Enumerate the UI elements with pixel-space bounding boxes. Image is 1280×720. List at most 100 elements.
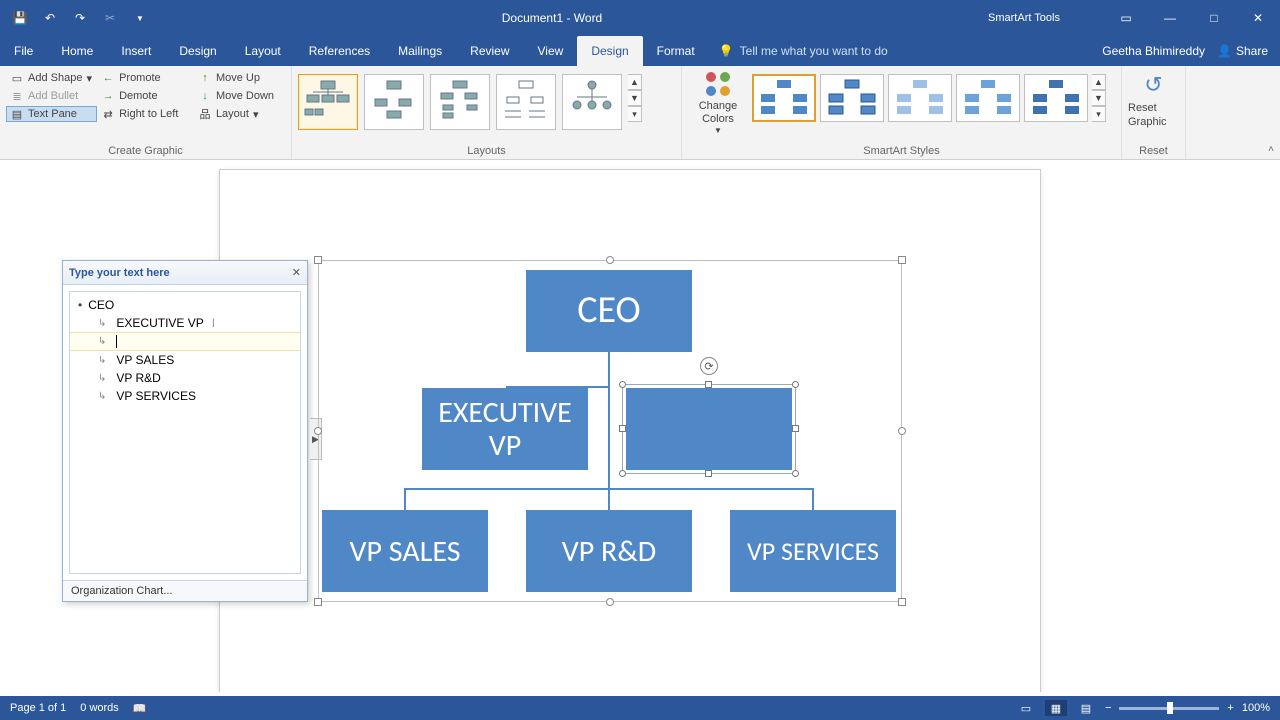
layout-thumb-4[interactable]: [496, 74, 556, 130]
undo-icon[interactable]: ↶: [36, 4, 64, 32]
layout-icon: 品: [198, 107, 212, 121]
style-thumb-3[interactable]: [888, 74, 952, 122]
cut-icon[interactable]: ✂: [96, 4, 124, 32]
node-vp-services[interactable]: VP SERVICES: [730, 510, 896, 592]
text-pane-item[interactable]: VP R&D: [70, 369, 300, 387]
text-pane-item[interactable]: CEO: [70, 296, 300, 314]
proofing-icon[interactable]: 📖: [133, 702, 147, 715]
close-icon[interactable]: ✕: [292, 266, 301, 279]
smartart-container[interactable]: CEO EXECUTIVE VP VP SALES VP R&D VP SERV…: [318, 260, 902, 602]
layout-thumb-5[interactable]: [562, 74, 622, 130]
group-label-create-graphic: Create Graphic: [6, 145, 285, 159]
word-count[interactable]: 0 words: [80, 702, 119, 714]
style-thumb-5[interactable]: [1024, 74, 1088, 122]
redo-icon[interactable]: ↷: [66, 4, 94, 32]
share-button[interactable]: 👤 Share: [1217, 44, 1268, 58]
user-name[interactable]: Geetha Bhimireddy: [1102, 44, 1205, 58]
smartart-text-pane[interactable]: Type your text here✕ CEO EXECUTIVE VPI V…: [62, 260, 308, 602]
tab-smartart-format[interactable]: Format: [643, 36, 709, 66]
layout-button[interactable]: 品Layout ▾: [194, 106, 285, 122]
layouts-scroll[interactable]: ▲▼▾: [628, 74, 642, 130]
tab-home[interactable]: Home: [47, 36, 107, 66]
add-shape-button[interactable]: ▭Add Shape ▾: [6, 70, 97, 86]
move-down-button[interactable]: ↓Move Down: [194, 88, 285, 104]
text-pane-footer[interactable]: Organization Chart...: [63, 580, 307, 601]
close-icon[interactable]: ✕: [1236, 4, 1280, 32]
minimize-icon[interactable]: ―: [1148, 4, 1192, 32]
layout-thumb-2[interactable]: [364, 74, 424, 130]
demote-button[interactable]: →Demote: [97, 88, 194, 104]
tab-file[interactable]: File: [0, 36, 47, 66]
node-exec-vp[interactable]: EXECUTIVE VP: [422, 388, 588, 470]
print-layout-icon[interactable]: ▦: [1045, 700, 1067, 716]
tab-view[interactable]: View: [524, 36, 578, 66]
scroll-down-icon[interactable]: ▼: [628, 90, 642, 106]
tab-smartart-design[interactable]: Design: [577, 36, 642, 66]
styles-scroll[interactable]: ▲▼▾: [1092, 74, 1106, 122]
expand-gallery-icon[interactable]: ▾: [628, 106, 642, 122]
promote-button[interactable]: ←Promote: [97, 70, 194, 86]
group-label-reset: Reset: [1128, 145, 1179, 159]
layout-thumb-1[interactable]: [298, 74, 358, 130]
group-create-graphic: ▭Add Shape ▾ ≣Add Bullet ▤Text Pane ←Pro…: [0, 66, 292, 159]
scroll-up-icon[interactable]: ▲: [628, 74, 642, 90]
tab-review[interactable]: Review: [456, 36, 523, 66]
node-ceo[interactable]: CEO: [526, 270, 692, 352]
web-layout-icon[interactable]: ▤: [1075, 700, 1097, 716]
layout-thumb-3[interactable]: [430, 74, 490, 130]
group-label-styles: SmartArt Styles: [688, 145, 1115, 159]
move-up-icon: ↑: [198, 71, 212, 85]
text-pane-list[interactable]: CEO EXECUTIVE VPI VP SALES VP R&D VP SER…: [69, 291, 301, 574]
add-bullet-button[interactable]: ≣Add Bullet: [6, 88, 97, 104]
page-indicator[interactable]: Page 1 of 1: [10, 702, 66, 714]
text-pane-item[interactable]: VP SERVICES: [70, 387, 300, 405]
change-colors-button[interactable]: Change Colors▼: [688, 68, 748, 136]
group-layouts: ▲▼▾ Layouts: [292, 66, 682, 159]
reset-graphic-button[interactable]: ↺ Reset Graphic: [1128, 68, 1179, 129]
rotate-handle-icon[interactable]: ⟳: [700, 357, 718, 375]
text-pane-icon: ▤: [10, 107, 24, 121]
document-canvas[interactable]: Type your text here✕ CEO EXECUTIVE VPI V…: [0, 160, 1280, 692]
style-thumb-1[interactable]: [752, 74, 816, 122]
text-pane-item[interactable]: VP SALES: [70, 351, 300, 369]
node-vp-sales[interactable]: VP SALES: [322, 510, 488, 592]
group-smartart-styles: Change Colors▼ ▲▼▾ SmartArt Styles: [682, 66, 1122, 159]
save-icon[interactable]: 💾: [6, 4, 34, 32]
scroll-up-icon[interactable]: ▲: [1092, 74, 1106, 90]
right-to-left-button[interactable]: ⇄Right to Left: [97, 106, 194, 122]
text-pane-item-editing[interactable]: [70, 332, 300, 351]
tab-references[interactable]: References: [295, 36, 384, 66]
add-bullet-icon: ≣: [10, 89, 24, 103]
demote-icon: →: [101, 89, 115, 103]
tab-design[interactable]: Design: [165, 36, 230, 66]
collapse-ribbon-icon[interactable]: ˄: [1268, 144, 1274, 155]
tell-me-placeholder: Tell me what you want to do: [740, 44, 888, 58]
style-thumb-4[interactable]: [956, 74, 1020, 122]
ribbon-options-icon[interactable]: ▭: [1104, 4, 1148, 32]
document-title: Document1 - Word: [160, 11, 944, 25]
read-mode-icon[interactable]: ▭: [1015, 700, 1037, 716]
text-pane-button[interactable]: ▤Text Pane: [6, 106, 97, 122]
add-shape-icon: ▭: [10, 71, 24, 85]
tell-me-search[interactable]: 💡 Tell me what you want to do: [709, 44, 888, 58]
scroll-down-icon[interactable]: ▼: [1092, 90, 1106, 106]
qat-dropdown-icon[interactable]: ▼: [126, 4, 154, 32]
node-vp-rnd[interactable]: VP R&D: [526, 510, 692, 592]
node-selection: ⟳: [622, 384, 796, 474]
tab-layout[interactable]: Layout: [231, 36, 295, 66]
window-controls: ▭ ― □ ✕: [1104, 4, 1280, 32]
share-icon: 👤: [1217, 44, 1232, 58]
expand-gallery-icon[interactable]: ▾: [1092, 106, 1106, 122]
text-pane-item[interactable]: EXECUTIVE VPI: [70, 314, 300, 332]
zoom-out-icon[interactable]: −: [1105, 702, 1111, 714]
zoom-slider[interactable]: [1119, 707, 1219, 710]
layouts-gallery[interactable]: ▲▼▾: [298, 68, 642, 130]
maximize-icon[interactable]: □: [1192, 4, 1236, 32]
tab-mailings[interactable]: Mailings: [384, 36, 456, 66]
tab-insert[interactable]: Insert: [107, 36, 165, 66]
zoom-level[interactable]: 100%: [1242, 702, 1270, 714]
group-label-layouts: Layouts: [298, 145, 675, 159]
style-thumb-2[interactable]: [820, 74, 884, 122]
zoom-in-icon[interactable]: +: [1227, 702, 1233, 714]
move-up-button[interactable]: ↑Move Up: [194, 70, 285, 86]
